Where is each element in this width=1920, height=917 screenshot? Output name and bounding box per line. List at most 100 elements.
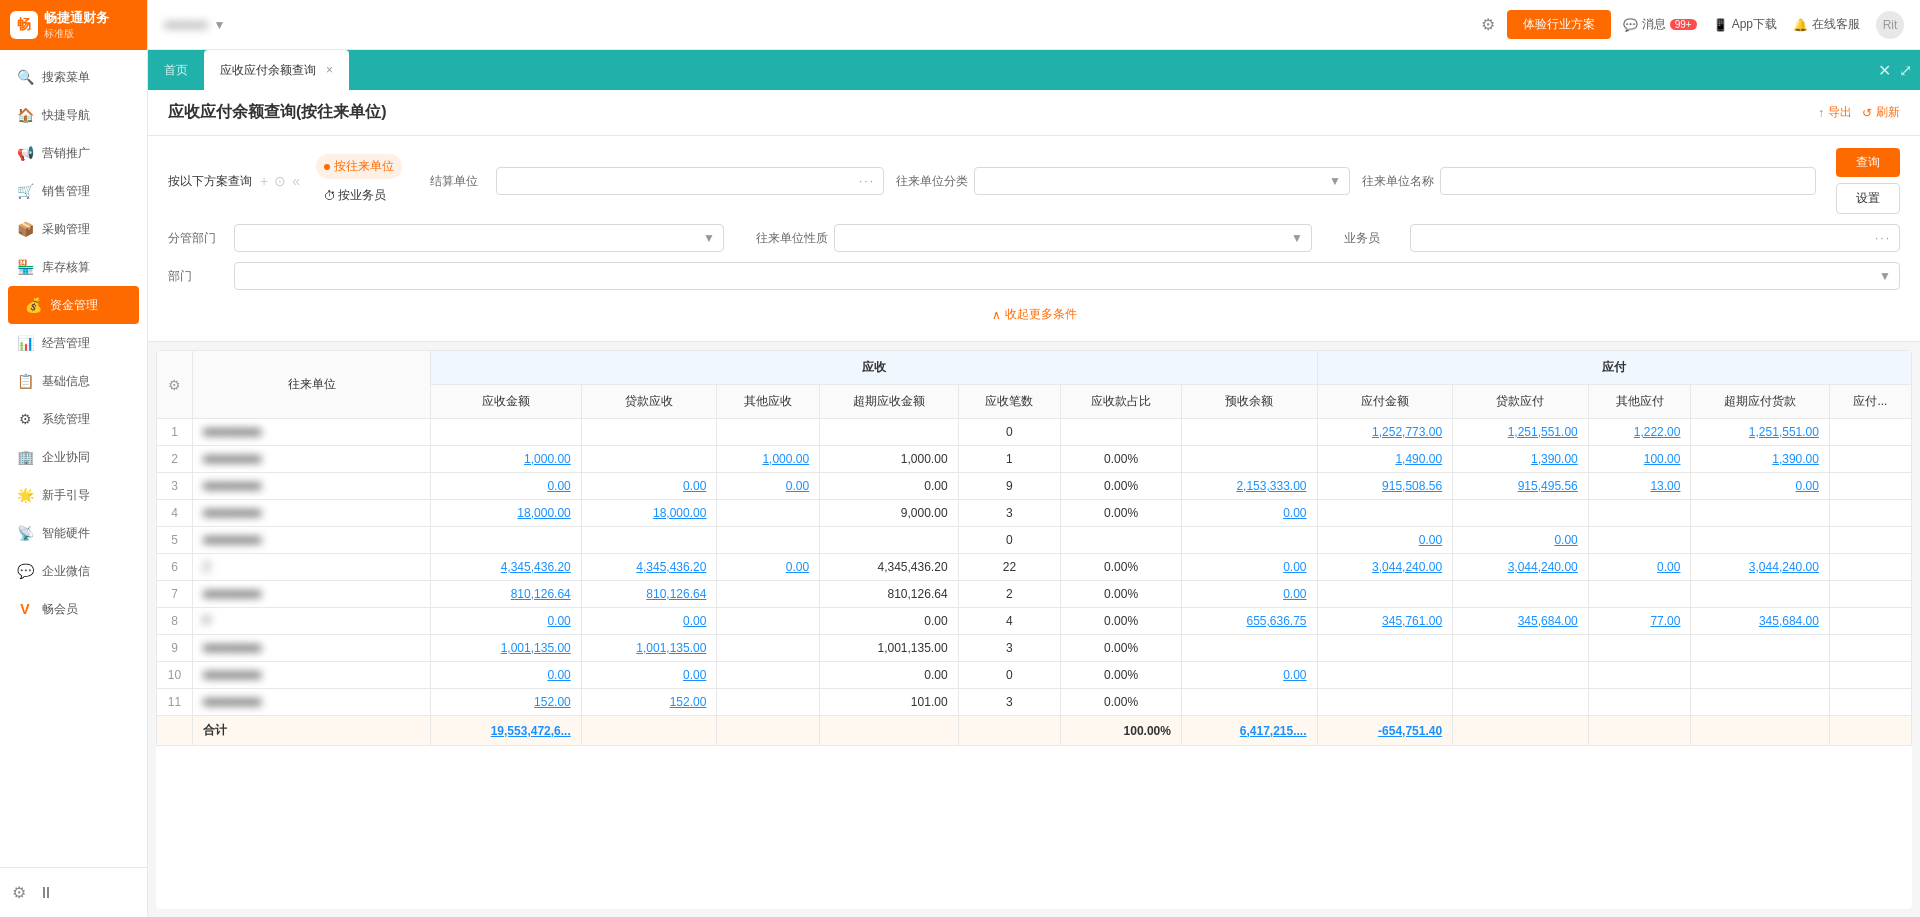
table-settings-icon[interactable]: ⚙ bbox=[168, 377, 181, 393]
row-cell-2[interactable]: 0.00 bbox=[717, 473, 820, 500]
sidebar-item-system[interactable]: ⚙ 系统管理 bbox=[0, 400, 147, 438]
filter-edit-icon[interactable]: ⊙ bbox=[274, 173, 286, 189]
row-cell-7[interactable]: 0.00 bbox=[1317, 527, 1453, 554]
row-cell-9[interactable]: 13.00 bbox=[1588, 473, 1691, 500]
sidebar-item-basic[interactable]: 📋 基础信息 bbox=[0, 362, 147, 400]
sidebar-item-guide[interactable]: 🌟 新手引导 bbox=[0, 476, 147, 514]
row-cell-1[interactable]: 1,001,135.00 bbox=[581, 635, 717, 662]
row-cell-7[interactable]: 1,490.00 bbox=[1317, 446, 1453, 473]
filter-collapse-icon[interactable]: « bbox=[292, 173, 300, 189]
row-cell-7[interactable]: 345,761.00 bbox=[1317, 608, 1453, 635]
row-cell-10[interactable]: 345,684.00 bbox=[1691, 608, 1829, 635]
tab-balance[interactable]: 应收应付余额查询 × bbox=[204, 50, 349, 90]
row-cell-8[interactable]: 345,684.00 bbox=[1453, 608, 1589, 635]
sidebar-item-purchase[interactable]: 📦 采购管理 bbox=[0, 210, 147, 248]
row-cell-2[interactable]: 1,000.00 bbox=[717, 446, 820, 473]
sidebar-item-enterprise[interactable]: 🏢 企业协同 bbox=[0, 438, 147, 476]
row-cell-6[interactable]: 0.00 bbox=[1181, 581, 1317, 608]
row-cell-10[interactable]: 1,390.00 bbox=[1691, 446, 1829, 473]
row-cell-9[interactable]: 1,222.00 bbox=[1588, 419, 1691, 446]
row-cell-6[interactable]: 2,153,333.00 bbox=[1181, 473, 1317, 500]
sidebar-item-wechat[interactable]: 💬 企业微信 bbox=[0, 552, 147, 590]
partner-nature-select[interactable]: ▼ bbox=[834, 224, 1312, 252]
sidebar-item-member[interactable]: V 畅会员 bbox=[0, 590, 147, 628]
settlement-unit-input[interactable]: ··· bbox=[496, 167, 884, 195]
sidebar-item-quicknav[interactable]: 🏠 快捷导航 bbox=[0, 96, 147, 134]
sidebar-item-hardware[interactable]: 📡 智能硬件 bbox=[0, 514, 147, 552]
row-cell-10[interactable]: 0.00 bbox=[1691, 473, 1829, 500]
row-cell-1[interactable]: 18,000.00 bbox=[581, 500, 717, 527]
app-download-group[interactable]: 📱 App下载 bbox=[1713, 16, 1777, 33]
row-cell-1[interactable]: 0.00 bbox=[581, 662, 717, 689]
row-cell-8[interactable]: 3,044,240.00 bbox=[1453, 554, 1589, 581]
row-cell-0[interactable]: 4,345,436.20 bbox=[431, 554, 582, 581]
export-button[interactable]: ↑ 导出 bbox=[1818, 104, 1852, 121]
row-cell-6[interactable]: 0.00 bbox=[1181, 500, 1317, 527]
row-cell-1[interactable]: 0.00 bbox=[581, 608, 717, 635]
salesperson-dots[interactable]: ··· bbox=[1875, 231, 1891, 245]
settlement-unit-dots[interactable]: ··· bbox=[859, 174, 875, 188]
footer-settings-icon[interactable]: ⚙ bbox=[12, 883, 26, 902]
row-cell-1[interactable]: 4,345,436.20 bbox=[581, 554, 717, 581]
row-cell-8[interactable]: 915,495.56 bbox=[1453, 473, 1589, 500]
refresh-button[interactable]: ↺ 刷新 bbox=[1862, 104, 1900, 121]
tab-expand-icon[interactable]: ⤢ bbox=[1899, 61, 1912, 80]
sidebar-item-inventory[interactable]: 🏪 库存核算 bbox=[0, 248, 147, 286]
sidebar-item-sales[interactable]: 🛒 销售管理 bbox=[0, 172, 147, 210]
row-cell-0[interactable]: 810,126.64 bbox=[431, 581, 582, 608]
tab-home[interactable]: 首页 bbox=[148, 50, 204, 90]
row-cell-0[interactable]: 0.00 bbox=[431, 608, 582, 635]
sidebar-item-fund[interactable]: 💰 资金管理 bbox=[8, 286, 139, 324]
row-cell-7[interactable]: 3,044,240.00 bbox=[1317, 554, 1453, 581]
messages-group[interactable]: 💬 消息 99+ bbox=[1623, 16, 1697, 33]
row-cell-9[interactable]: 100.00 bbox=[1588, 446, 1691, 473]
row-cell-6[interactable]: 0.00 bbox=[1181, 662, 1317, 689]
tab-close-window-icon[interactable]: ✕ bbox=[1878, 61, 1891, 80]
breadcrumb-dropdown-icon[interactable]: ▼ bbox=[214, 18, 226, 32]
row-cell-0[interactable]: 1,000.00 bbox=[431, 446, 582, 473]
row-cell-0[interactable]: 0.00 bbox=[431, 473, 582, 500]
tab-close-icon[interactable]: × bbox=[326, 63, 333, 77]
row-cell-9[interactable]: 0.00 bbox=[1588, 554, 1691, 581]
row-cell-9[interactable]: 77.00 bbox=[1588, 608, 1691, 635]
row-cell-8[interactable]: 0.00 bbox=[1453, 527, 1589, 554]
footer-rec-amount[interactable]: 19,553,472,6... bbox=[431, 716, 582, 746]
partner-category-select[interactable]: ▼ bbox=[974, 167, 1350, 195]
sidebar-item-marketing[interactable]: 📢 营销推广 bbox=[0, 134, 147, 172]
footer-collapse-icon[interactable]: ⏸ bbox=[38, 884, 54, 902]
row-cell-7[interactable]: 1,252,773.00 bbox=[1317, 419, 1453, 446]
salesperson-input[interactable]: ··· bbox=[1410, 224, 1900, 252]
settings-button[interactable]: 设置 bbox=[1836, 183, 1900, 214]
row-cell-10[interactable]: 1,251,551.00 bbox=[1691, 419, 1829, 446]
dept-manager-select[interactable]: ▼ bbox=[234, 224, 724, 252]
row-cell-8[interactable]: 1,390.00 bbox=[1453, 446, 1589, 473]
solution-button[interactable]: 体验行业方案 bbox=[1507, 10, 1611, 39]
partner-name-input[interactable] bbox=[1440, 167, 1816, 195]
filter-add-icon[interactable]: + bbox=[260, 173, 268, 189]
filter-scheme-by-unit[interactable]: 按往来单位 bbox=[316, 154, 402, 179]
row-cell-6[interactable]: 0.00 bbox=[1181, 554, 1317, 581]
row-cell-0[interactable]: 152.00 bbox=[431, 689, 582, 716]
user-info[interactable]: Rit bbox=[1876, 11, 1904, 39]
row-cell-10[interactable]: 3,044,240.00 bbox=[1691, 554, 1829, 581]
dept-select[interactable]: ▼ bbox=[234, 262, 1900, 290]
query-button[interactable]: 查询 bbox=[1836, 148, 1900, 177]
row-cell-2[interactable]: 0.00 bbox=[717, 554, 820, 581]
row-cell-0[interactable]: 0.00 bbox=[431, 662, 582, 689]
row-cell-0[interactable]: 18,000.00 bbox=[431, 500, 582, 527]
row-cell-8[interactable]: 1,251,551.00 bbox=[1453, 419, 1589, 446]
sidebar-item-search[interactable]: 🔍 搜索菜单 bbox=[0, 58, 147, 96]
row-cell-1[interactable]: 0.00 bbox=[581, 473, 717, 500]
collapse-button[interactable]: ∧ 收起更多条件 bbox=[168, 300, 1900, 329]
row-cell-7[interactable]: 915,508.56 bbox=[1317, 473, 1453, 500]
header-settings-icon[interactable]: ⚙ bbox=[1481, 15, 1495, 34]
row-cell-0[interactable]: 1,001,135.00 bbox=[431, 635, 582, 662]
filter-scheme-by-salesperson[interactable]: ⏱ 按业务员 bbox=[316, 183, 402, 208]
row-cell-6[interactable]: 655,636.75 bbox=[1181, 608, 1317, 635]
table-wrapper[interactable]: ⚙ 往来单位 应收 应付 应收金额 贷款应收 其他应收 超期应收金额 应收笔数 bbox=[156, 350, 1912, 909]
row-cell-1[interactable]: 810,126.64 bbox=[581, 581, 717, 608]
footer-pay-amount[interactable]: -654,751.40 bbox=[1317, 716, 1453, 746]
row-cell-1[interactable]: 152.00 bbox=[581, 689, 717, 716]
footer-prepay-balance[interactable]: 6,417,215.... bbox=[1181, 716, 1317, 746]
sidebar-item-operations[interactable]: 📊 经营管理 bbox=[0, 324, 147, 362]
